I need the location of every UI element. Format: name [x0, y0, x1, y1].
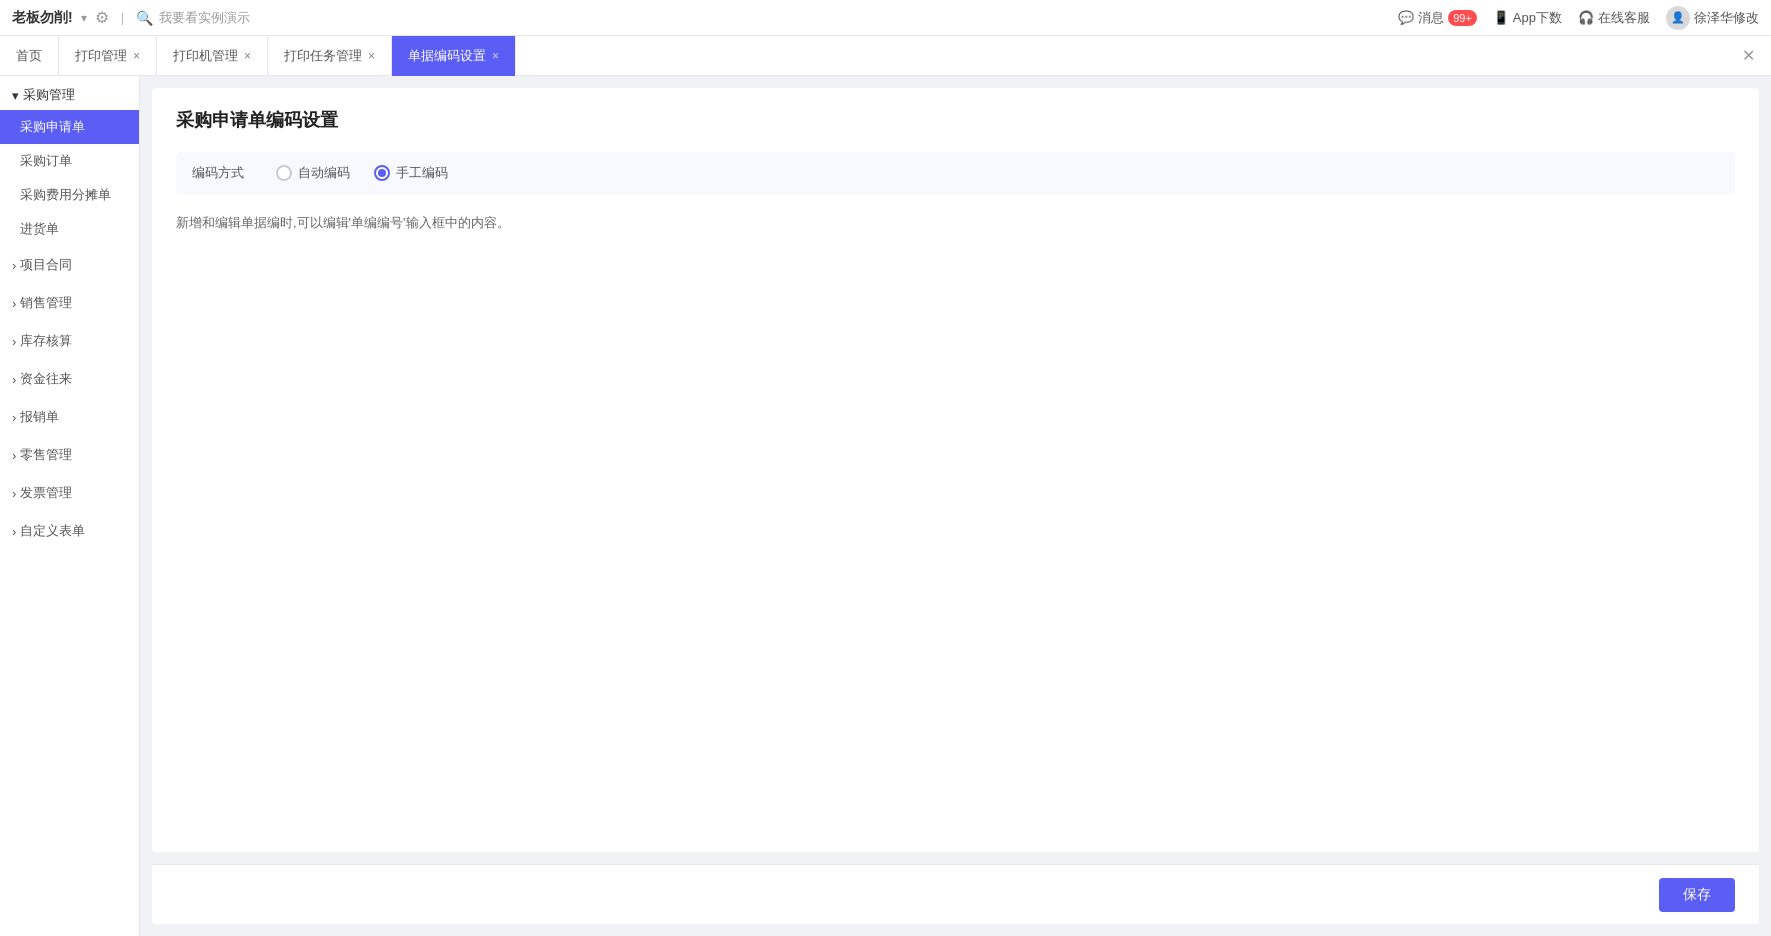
- collapse-arrow-icon: ▾: [12, 88, 19, 103]
- tab-printer-management[interactable]: 打印机管理 ×: [157, 36, 268, 76]
- sidebar-group-custom-forms[interactable]: › 自定义表单: [0, 512, 139, 550]
- app-download-button[interactable]: 📱 App下数: [1493, 9, 1562, 27]
- tab-bar: 首页 打印管理 × 打印机管理 × 打印任务管理 × 单据编码设置 × ✕: [0, 36, 1771, 76]
- online-support-button[interactable]: 🎧 在线客服: [1578, 9, 1650, 27]
- expand-arrow-icon-3: ›: [12, 334, 16, 349]
- sidebar-group-retail-label: 零售管理: [20, 446, 72, 464]
- expand-arrow-icon-8: ›: [12, 524, 16, 539]
- expand-arrow-icon-6: ›: [12, 448, 16, 463]
- brand-label: 老板勿削!: [12, 9, 73, 27]
- expand-arrow-icon-4: ›: [12, 372, 16, 387]
- hint-text: 新增和编辑单据编时,可以编辑'单编编号'输入框中的内容。: [176, 214, 1735, 232]
- search-icon: 🔍: [136, 10, 153, 26]
- sidebar-group-retail[interactable]: › 零售管理: [0, 436, 139, 474]
- sidebar-item-goods-receipt[interactable]: 进货单: [0, 212, 139, 246]
- sidebar-item-purchase-order[interactable]: 采购订单: [0, 144, 139, 178]
- save-button[interactable]: 保存: [1659, 878, 1735, 912]
- auto-code-label: 自动编码: [298, 164, 350, 182]
- tab-home[interactable]: 首页: [0, 36, 59, 76]
- online-support-label: 在线客服: [1598, 9, 1650, 27]
- sidebar-item-purchase-order-label: 采购订单: [20, 153, 72, 168]
- sidebar-group-invoice-label: 发票管理: [20, 484, 72, 502]
- sidebar: ▾ 采购管理 采购申请单 采购订单 采购费用分摊单 进货单 › 项目合同 › 销…: [0, 76, 140, 936]
- sidebar-group-sales-label: 销售管理: [20, 294, 72, 312]
- sidebar-group-returns[interactable]: › 报销单: [0, 398, 139, 436]
- tab-single-code-setting[interactable]: 单据编码设置 ×: [392, 36, 516, 76]
- global-close-button[interactable]: ✕: [1726, 36, 1771, 76]
- sidebar-group-invoice[interactable]: › 发票管理: [0, 474, 139, 512]
- sidebar-group-inventory-label: 库存核算: [20, 332, 72, 350]
- avatar: 👤: [1666, 6, 1690, 30]
- top-bar: 老板勿削! ▾ ⚙ | 🔍 我要看实例演示 💬 消息 99+ 📱 App下数 🎧…: [0, 0, 1771, 36]
- expand-arrow-icon-5: ›: [12, 410, 16, 425]
- sidebar-item-purchase-expense-label: 采购费用分摊单: [20, 187, 111, 202]
- app-icon: 📱: [1493, 10, 1509, 25]
- page-title: 采购申请单编码设置: [176, 108, 1735, 132]
- app-download-label: App下数: [1513, 9, 1562, 27]
- tab-printer-management-label: 打印机管理: [173, 47, 238, 65]
- top-bar-right: 💬 消息 99+ 📱 App下数 🎧 在线客服 👤 徐泽华修改: [1398, 6, 1759, 30]
- sidebar-item-purchase-request-label: 采购申请单: [20, 119, 85, 134]
- tab-print-management-close[interactable]: ×: [133, 49, 140, 63]
- user-label: 徐泽华修改: [1694, 9, 1759, 27]
- settings-icon[interactable]: ⚙: [95, 8, 109, 27]
- sidebar-group-purchase-label: 采购管理: [23, 86, 75, 104]
- tab-printer-management-close[interactable]: ×: [244, 49, 251, 63]
- auto-code-option[interactable]: 自动编码: [276, 164, 350, 182]
- expand-arrow-icon-2: ›: [12, 296, 16, 311]
- tab-print-task[interactable]: 打印任务管理 ×: [268, 36, 392, 76]
- tab-home-label: 首页: [16, 47, 42, 65]
- content-area: 采购申请单编码设置 编码方式 自动编码 手工编码 新增和编辑单据编时,可以编辑'…: [140, 76, 1771, 936]
- user-menu[interactable]: 👤 徐泽华修改: [1666, 6, 1759, 30]
- message-button[interactable]: 💬 消息 99+: [1398, 9, 1477, 27]
- manual-code-label: 手工编码: [396, 164, 448, 182]
- close-icon: ✕: [1742, 46, 1755, 65]
- sidebar-group-inventory[interactable]: › 库存核算: [0, 322, 139, 360]
- top-bar-left: 老板勿削! ▾ ⚙ | 🔍 我要看实例演示: [12, 8, 250, 27]
- sidebar-group-purchase[interactable]: ▾ 采购管理: [0, 76, 139, 110]
- message-label: 消息: [1418, 9, 1444, 27]
- sidebar-group-project-contract[interactable]: › 项目合同: [0, 246, 139, 284]
- dropdown-icon[interactable]: ▾: [81, 11, 87, 25]
- search-bar[interactable]: 🔍 我要看实例演示: [136, 9, 250, 27]
- expand-arrow-icon-7: ›: [12, 486, 16, 501]
- message-icon: 💬: [1398, 10, 1414, 25]
- sidebar-item-purchase-request[interactable]: 采购申请单: [0, 110, 139, 144]
- auto-code-radio[interactable]: [276, 165, 292, 181]
- sidebar-group-capital-label: 资金往来: [20, 370, 72, 388]
- coding-method-label: 编码方式: [192, 164, 244, 182]
- main-layout: ▾ 采购管理 采购申请单 采购订单 采购费用分摊单 进货单 › 项目合同 › 销…: [0, 76, 1771, 936]
- sidebar-group-capital[interactable]: › 资金往来: [0, 360, 139, 398]
- tab-print-management-label: 打印管理: [75, 47, 127, 65]
- sidebar-item-goods-receipt-label: 进货单: [20, 221, 59, 236]
- footer-bar: 保存: [152, 864, 1759, 924]
- coding-method-row: 编码方式 自动编码 手工编码: [176, 152, 1735, 194]
- tab-print-management[interactable]: 打印管理 ×: [59, 36, 157, 76]
- tab-print-task-close[interactable]: ×: [368, 49, 375, 63]
- tab-single-code-close[interactable]: ×: [492, 49, 499, 63]
- message-badge: 99+: [1448, 10, 1477, 26]
- expand-arrow-icon: ›: [12, 258, 16, 273]
- sidebar-group-sales[interactable]: › 销售管理: [0, 284, 139, 322]
- tab-print-task-label: 打印任务管理: [284, 47, 362, 65]
- content-inner: 采购申请单编码设置 编码方式 自动编码 手工编码 新增和编辑单据编时,可以编辑'…: [152, 88, 1759, 852]
- search-text: 我要看实例演示: [159, 9, 250, 27]
- sidebar-group-returns-label: 报销单: [20, 408, 59, 426]
- sidebar-item-purchase-expense[interactable]: 采购费用分摊单: [0, 178, 139, 212]
- tab-single-code-label: 单据编码设置: [408, 47, 486, 65]
- support-icon: 🎧: [1578, 10, 1594, 25]
- sidebar-group-project-label: 项目合同: [20, 256, 72, 274]
- manual-code-radio[interactable]: [374, 165, 390, 181]
- manual-code-option[interactable]: 手工编码: [374, 164, 448, 182]
- sidebar-group-custom-forms-label: 自定义表单: [20, 522, 85, 540]
